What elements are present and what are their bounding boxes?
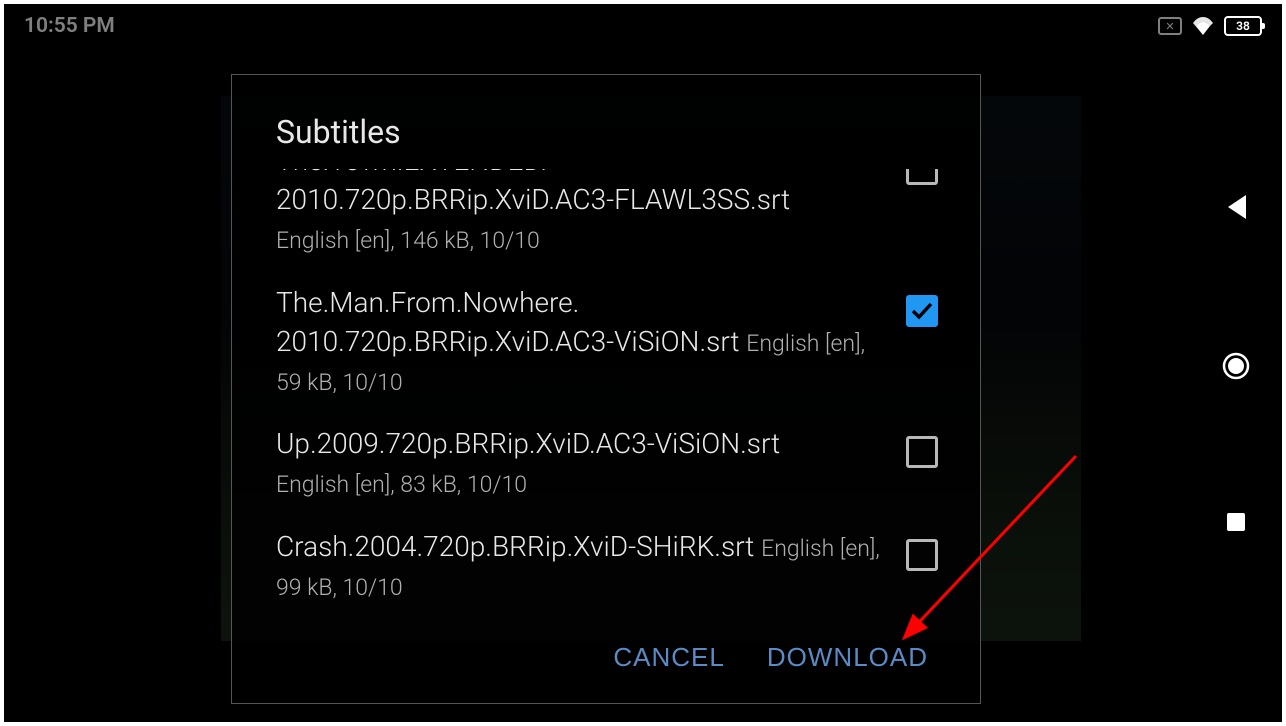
cancel-button[interactable]: CANCEL: [613, 642, 724, 673]
subtitles-dialog: Subtitles The.Town.EXTENDED. 2010.720p.B…: [231, 74, 981, 704]
recent-button[interactable]: [1225, 511, 1247, 533]
subtitle-checkbox[interactable]: [906, 436, 938, 468]
subtitle-checkbox[interactable]: [906, 539, 938, 571]
back-button[interactable]: [1224, 193, 1248, 221]
subtitle-filename: The.Town.EXTENDED. 2010.720p.BRRip.XviD.…: [276, 169, 790, 216]
subtitle-filename: Up.2009.720p.BRRip.XviD.AC3-ViSiON.srt: [276, 427, 780, 460]
subtitle-filename: The.Man.From.Nowhere. 2010.720p.BRRip.Xv…: [276, 286, 739, 358]
nav-bar: [1192, 6, 1280, 720]
subtitle-meta: English [en], 83 kB, 10/10: [276, 471, 527, 498]
subtitle-item[interactable]: The.Town.EXTENDED. 2010.720p.BRRip.XviD.…: [276, 169, 952, 273]
subtitle-list[interactable]: The.Town.EXTENDED. 2010.720p.BRRip.XviD.…: [232, 169, 980, 628]
subtitle-checkbox[interactable]: [906, 169, 938, 185]
subtitle-item[interactable]: Crash.2004.720p.BRRip.XviD-SHiRK.srt Eng…: [276, 517, 952, 619]
download-button[interactable]: DOWNLOAD: [767, 642, 928, 673]
subtitle-checkbox[interactable]: [906, 295, 938, 327]
subtitle-item[interactable]: Up.2009.720p.BRRip.XviD.AC3-ViSiON.srt E…: [276, 414, 952, 516]
dialog-buttons: CANCEL DOWNLOAD: [232, 628, 980, 703]
dialog-title: Subtitles: [232, 75, 980, 169]
subtitle-meta: English [en], 146 kB, 10/10: [276, 227, 540, 254]
subtitle-filename: Crash.2004.720p.BRRip.XviD-SHiRK.srt: [276, 530, 754, 563]
subtitle-item[interactable]: The.Man.From.Nowhere. 2010.720p.BRRip.Xv…: [276, 273, 952, 415]
home-button[interactable]: [1221, 351, 1251, 381]
